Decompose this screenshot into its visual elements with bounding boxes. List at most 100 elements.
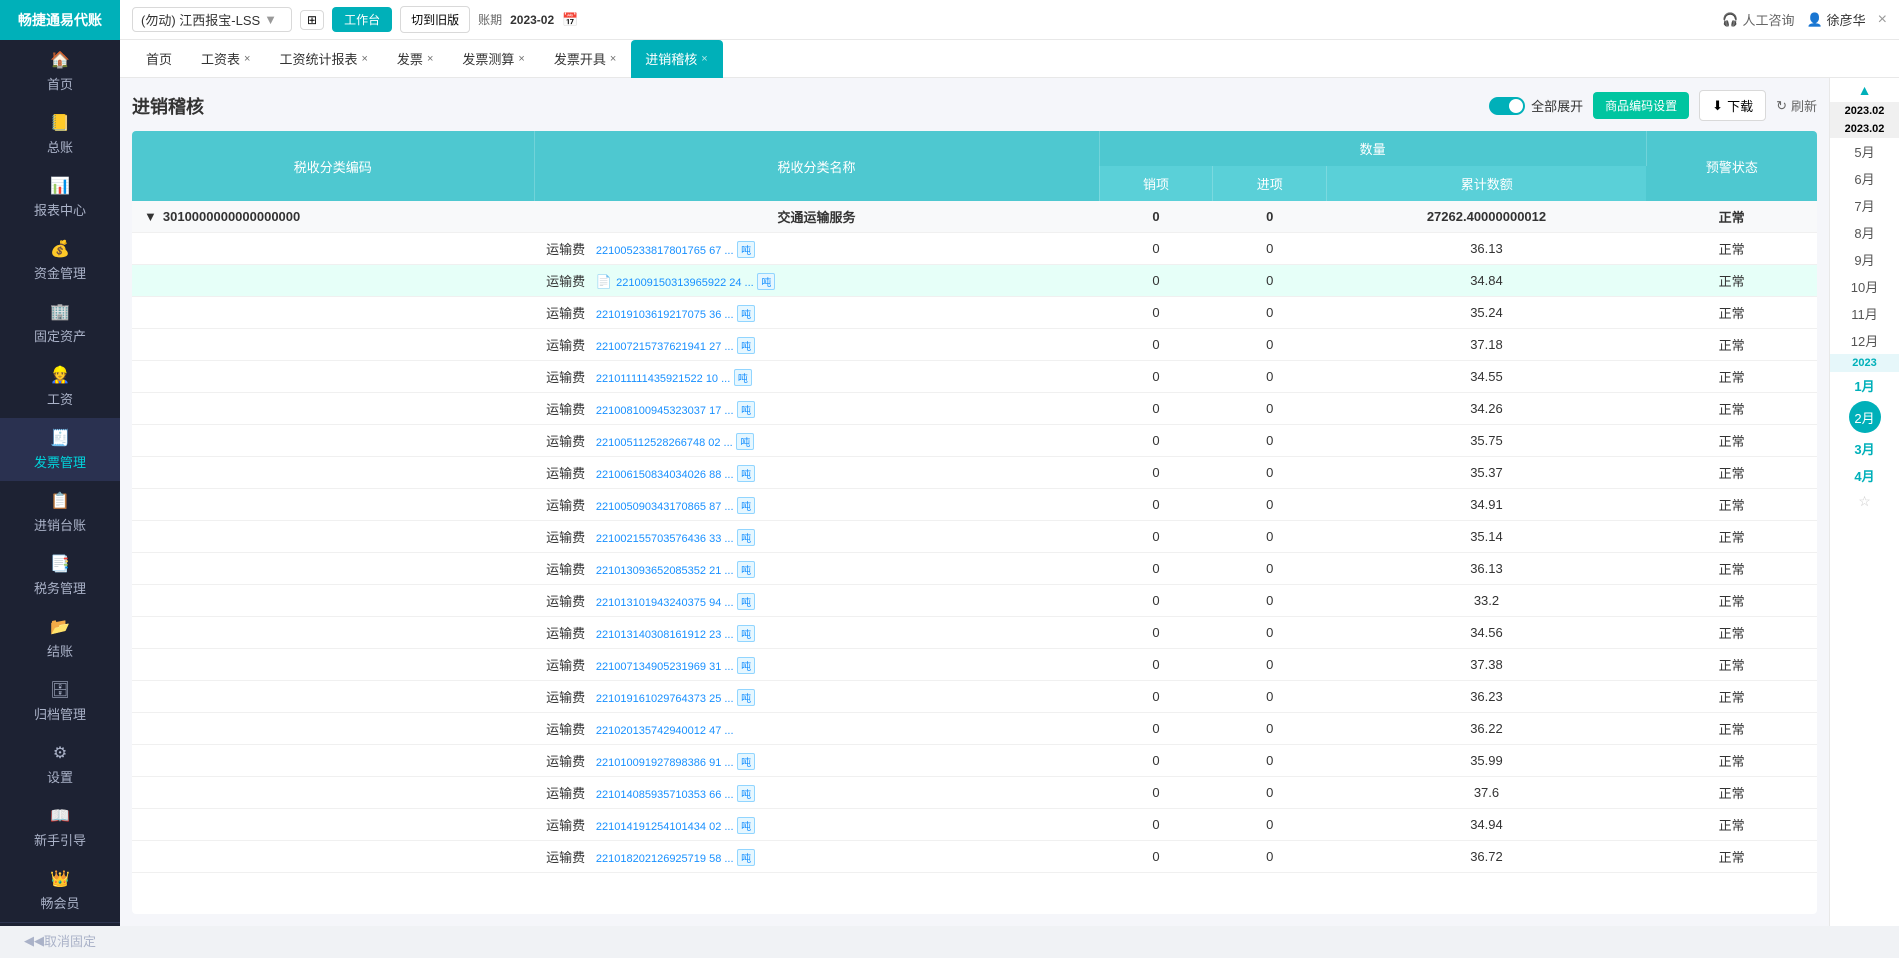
invoice-link[interactable]: 221005112528266748 02 ... bbox=[596, 437, 733, 449]
sidebar-item-总账[interactable]: 📒总账 bbox=[0, 103, 120, 166]
invoice-link[interactable]: 221013140308161912 23 ... bbox=[596, 629, 734, 641]
month-item-11月[interactable]: 11月 bbox=[1830, 300, 1899, 327]
sidebar-item-设置[interactable]: ⚙设置 bbox=[0, 733, 120, 796]
switch-version-button[interactable]: 切到旧版 bbox=[400, 6, 470, 33]
tab-close-icon[interactable]: × bbox=[361, 53, 367, 65]
toggle-label: 全部展开 bbox=[1531, 96, 1583, 115]
company-selector[interactable]: (勿动) 江西报宝-LSS ▼ bbox=[132, 7, 292, 32]
invoice-link[interactable]: 221018202126925719 58 ... bbox=[596, 853, 734, 865]
table-row: 运输费 221007215737621941 27 ... 吨 0 0 37.1… bbox=[132, 329, 1817, 361]
row-sales: 0 bbox=[1099, 617, 1213, 649]
month-item-8月[interactable]: 8月 bbox=[1830, 219, 1899, 246]
row-cumulative: 34.91 bbox=[1327, 489, 1647, 521]
row-sales: 0 bbox=[1099, 681, 1213, 713]
invoice-link[interactable]: 221019161029764373 25 ... bbox=[596, 693, 734, 705]
collapse-icon[interactable]: ▼ bbox=[144, 209, 157, 224]
row-code bbox=[132, 297, 534, 329]
invoice-link[interactable]: 221014085935710353 66 ... bbox=[596, 789, 734, 801]
help-button[interactable]: 🎧 人工咨询 bbox=[1722, 10, 1794, 29]
invoice-link[interactable]: 221005233817801765 67 ... bbox=[596, 245, 734, 257]
row-code bbox=[132, 521, 534, 553]
tab-发票测算[interactable]: 发票测算× bbox=[448, 40, 539, 78]
row-purchase: 0 bbox=[1213, 393, 1327, 425]
sidebar-item-归档管理[interactable]: 🗄归档管理 bbox=[0, 670, 120, 733]
month-item-6月[interactable]: 6月 bbox=[1830, 165, 1899, 192]
month-item-7月[interactable]: 7月 bbox=[1830, 192, 1899, 219]
toggle-expand[interactable]: 全部展开 bbox=[1489, 96, 1583, 115]
tab-label: 工资统计报表 bbox=[279, 49, 357, 68]
sidebar-item-固定资产[interactable]: 🏢固定资产 bbox=[0, 292, 120, 355]
header-actions: 全部展开 商品编码设置 ⬇ 下载 ↻ 刷新 bbox=[1489, 90, 1817, 121]
tab-close-icon[interactable]: × bbox=[610, 53, 616, 65]
invoice-link[interactable]: 221014191254101434 02 ... bbox=[596, 821, 734, 833]
calendar-icon[interactable]: 📅 bbox=[562, 12, 578, 28]
invoice-link[interactable]: 221013101943240375 94 ... bbox=[596, 597, 734, 609]
toggle-switch[interactable] bbox=[1489, 97, 1525, 115]
sidebar-item-结账[interactable]: 📂结账 bbox=[0, 607, 120, 670]
sidebar-item-label: 工资 bbox=[47, 389, 73, 408]
sidebar-item-畅会员[interactable]: 👑畅会员 bbox=[0, 859, 120, 922]
workbench-button[interactable]: 工作台 bbox=[332, 7, 392, 32]
sidebar-item-首页[interactable]: 🏠首页 bbox=[0, 40, 120, 103]
month-item-9月[interactable]: 9月 bbox=[1830, 246, 1899, 273]
table-row: ▼3010000000000000000 交通运输服务 0 0 27262.40… bbox=[132, 201, 1817, 233]
tab-进销稽核[interactable]: 进销稽核× bbox=[631, 40, 722, 78]
sidebar-item-报表中心[interactable]: 📊报表中心 bbox=[0, 166, 120, 229]
row-cumulative: 37.6 bbox=[1327, 777, 1647, 809]
row-status: 正常 bbox=[1646, 265, 1817, 297]
invoice-link[interactable]: 221010091927898386 91 ... bbox=[596, 757, 734, 769]
month-item-4月[interactable]: 4月 bbox=[1830, 462, 1899, 489]
row-purchase: 0 bbox=[1213, 617, 1327, 649]
refresh-button[interactable]: ↻ 刷新 bbox=[1776, 96, 1817, 115]
copy-button[interactable]: ⊞ bbox=[300, 10, 324, 30]
tab-发票开具[interactable]: 发票开具× bbox=[540, 40, 631, 78]
invoice-link[interactable]: 221002155703576436 33 ... bbox=[596, 533, 734, 545]
settings-button[interactable]: 商品编码设置 bbox=[1593, 92, 1689, 119]
sidebar-item-发票管理[interactable]: 🧾发票管理 bbox=[0, 418, 120, 481]
sidebar-item-label: 首页 bbox=[47, 74, 73, 93]
invoice-link[interactable]: 221019103619217075 36 ... bbox=[596, 309, 734, 321]
sidebar-item-label: 进销台账 bbox=[34, 515, 86, 534]
month-item-1月[interactable]: 1月 bbox=[1830, 372, 1899, 399]
row-name-invoice: 运输费 221013140308161912 23 ... 吨 bbox=[534, 617, 1099, 649]
month-item-3月[interactable]: 3月 bbox=[1830, 435, 1899, 462]
row-status: 正常 bbox=[1646, 649, 1817, 681]
sidebar-icon: 📊 bbox=[50, 176, 70, 196]
tab-close-icon[interactable]: × bbox=[518, 53, 524, 65]
month-item-5月[interactable]: 5月 bbox=[1830, 138, 1899, 165]
pin-toggle[interactable]: ◀◀ 取消固定 bbox=[0, 922, 120, 958]
scroll-up-arrow[interactable]: ▲ bbox=[1830, 78, 1899, 102]
sidebar-item-进销台账[interactable]: 📋进销台账 bbox=[0, 481, 120, 544]
invoice-link[interactable]: 221005090343170865 87 ... bbox=[596, 501, 734, 513]
sidebar-icon: 📒 bbox=[50, 113, 70, 133]
month-item-12月[interactable]: 12月 bbox=[1830, 327, 1899, 354]
sidebar-item-税务管理[interactable]: 📑税务管理 bbox=[0, 544, 120, 607]
unit-tag: 吨 bbox=[737, 785, 755, 802]
sidebar-item-资金管理[interactable]: 💰资金管理 bbox=[0, 229, 120, 292]
user-info[interactable]: 👤 徐彦华 bbox=[1806, 10, 1865, 29]
invoice-link[interactable]: 221020135742940012 47 ... bbox=[596, 725, 734, 737]
month-item-10月[interactable]: 10月 bbox=[1830, 273, 1899, 300]
invoice-link[interactable]: 221013093652085352 21 ... bbox=[596, 565, 734, 577]
invoice-link[interactable]: 221006150834034026 88 ... bbox=[596, 469, 734, 481]
invoice-link[interactable]: 221008100945323037 17 ... bbox=[596, 405, 734, 417]
download-button[interactable]: ⬇ 下载 bbox=[1699, 90, 1766, 121]
month-item-2月[interactable]: 2月 bbox=[1849, 401, 1881, 433]
invoice-link[interactable]: 221007134905231969 31 ... bbox=[596, 661, 734, 673]
sidebar-item-新手引导[interactable]: 📖新手引导 bbox=[0, 796, 120, 859]
tab-首页[interactable]: 首页 bbox=[132, 40, 187, 78]
th-cumulative: 累计数额 bbox=[1327, 166, 1647, 201]
tab-close-icon[interactable]: × bbox=[427, 53, 433, 65]
row-status: 正常 bbox=[1646, 617, 1817, 649]
tab-工资统计报表[interactable]: 工资统计报表 × bbox=[265, 40, 382, 78]
tab-close-icon[interactable]: × bbox=[701, 53, 707, 65]
sidebar-item-工资[interactable]: 👷工资 bbox=[0, 355, 120, 418]
tab-close-icon[interactable]: × bbox=[244, 53, 250, 65]
topbar-close-icon[interactable]: × bbox=[1878, 11, 1887, 29]
invoice-link[interactable]: 221011111435921522 10 ... bbox=[596, 373, 730, 385]
invoice-link[interactable]: 221009150313965922 24 ... bbox=[616, 277, 754, 289]
invoice-link[interactable]: 221007215737621941 27 ... bbox=[596, 341, 734, 353]
row-code bbox=[132, 745, 534, 777]
tab-发票[interactable]: 发票× bbox=[383, 40, 448, 78]
tab-工资表[interactable]: 工资表× bbox=[187, 40, 265, 78]
